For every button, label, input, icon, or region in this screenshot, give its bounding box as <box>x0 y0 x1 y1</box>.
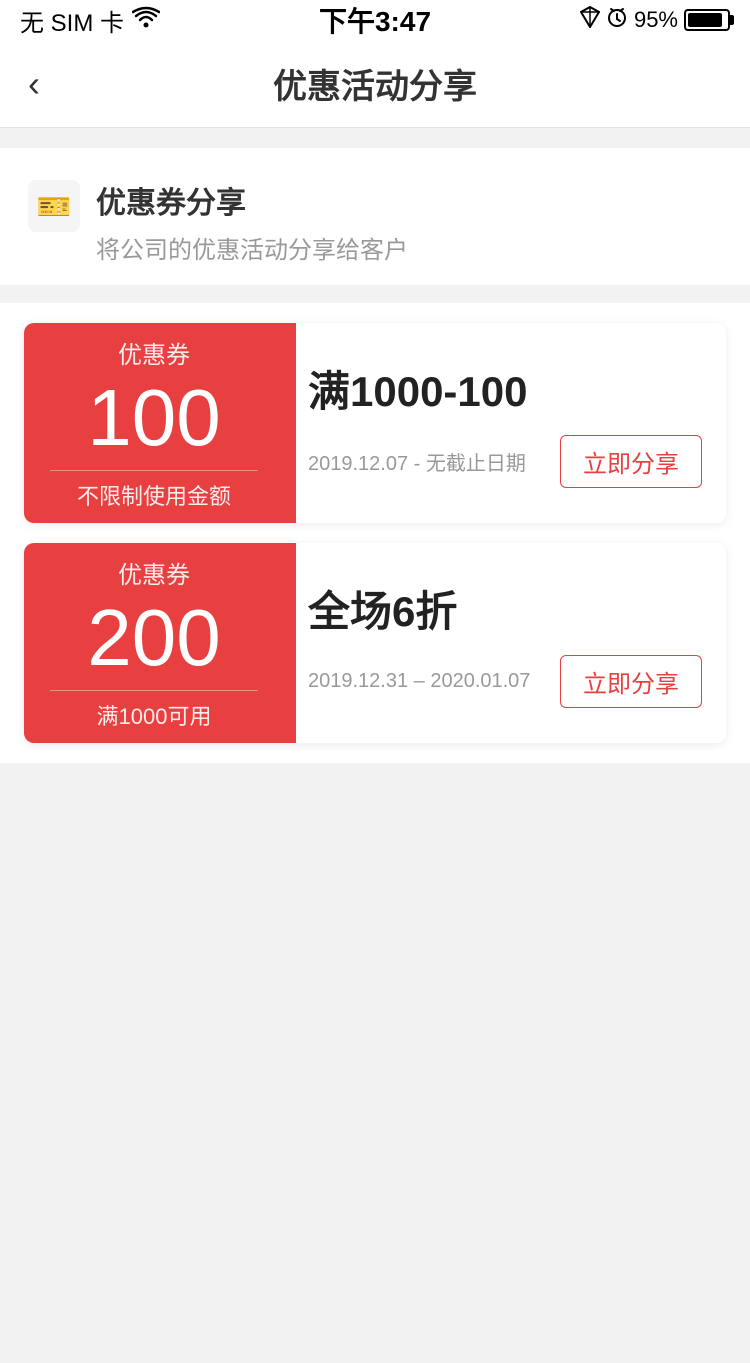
gap-top <box>0 128 750 148</box>
empty-area <box>0 763 750 1363</box>
status-left: 无 SIM 卡 <box>20 3 160 38</box>
location-icon <box>580 6 600 34</box>
section-icon: 🎫 <box>28 180 80 232</box>
coupon-title-2: 全场6折 <box>308 578 702 639</box>
coupon-title-1: 满1000-100 <box>308 358 702 419</box>
status-right: 95% <box>580 6 730 34</box>
coupon-bottom-1: 2019.12.07 - 无截止日期 立即分享 <box>308 435 702 488</box>
share-button-2[interactable]: 立即分享 <box>560 655 702 708</box>
coupon-divider-1 <box>50 470 258 471</box>
section-text: 优惠券分享 将公司的优惠活动分享给客户 <box>96 178 408 265</box>
share-button-1[interactable]: 立即分享 <box>560 435 702 488</box>
coupon-condition-1: 不限制使用金额 <box>67 479 241 511</box>
coupon-amount-1: 100 <box>87 378 220 458</box>
coupon-right-2: 全场6折 2019.12.31 – 2020.01.07 立即分享 <box>284 543 726 743</box>
coupon-item-2: 优惠券 200 满1000可用 全场6折 2019.12.31 – 2020.0… <box>24 543 726 743</box>
status-time: 下午3:47 <box>319 0 431 40</box>
section-subtitle: 将公司的优惠活动分享给客户 <box>96 230 408 265</box>
nav-bar: ‹ 优惠活动分享 <box>0 40 750 128</box>
coupon-bottom-2: 2019.12.31 – 2020.01.07 立即分享 <box>308 655 702 708</box>
coupon-divider-2 <box>50 690 258 691</box>
battery-icon <box>684 9 730 31</box>
coupon-item-1: 优惠券 100 不限制使用金额 满1000-100 2019.12.07 - 无… <box>24 323 726 523</box>
status-bar: 无 SIM 卡 下午3:47 <box>0 0 750 40</box>
coupon-right-1: 满1000-100 2019.12.07 - 无截止日期 立即分享 <box>284 323 726 523</box>
battery-percent: 95% <box>634 7 678 33</box>
coupon-left-2: 优惠券 200 满1000可用 <box>24 543 284 743</box>
alarm-icon <box>606 6 628 34</box>
gap-mid <box>0 287 750 303</box>
coupon-left-1: 优惠券 100 不限制使用金额 <box>24 323 284 523</box>
coupon-date-2: 2019.12.31 – 2020.01.07 <box>308 670 530 693</box>
back-button[interactable]: ‹ <box>28 63 40 105</box>
coupon-amount-2: 200 <box>87 598 220 678</box>
section-title: 优惠券分享 <box>96 178 408 222</box>
coupon-label-2: 优惠券 <box>118 555 190 590</box>
section-header: 🎫 优惠券分享 将公司的优惠活动分享给客户 <box>0 148 750 285</box>
wifi-icon <box>132 6 160 35</box>
page-title: 优惠活动分享 <box>273 59 477 108</box>
coupon-label-1: 优惠券 <box>118 335 190 370</box>
coupon-condition-2: 满1000可用 <box>87 699 222 731</box>
carrier-text: 无 SIM 卡 <box>20 3 124 38</box>
coupon-list: 优惠券 100 不限制使用金额 满1000-100 2019.12.07 - 无… <box>0 303 750 763</box>
coupon-date-1: 2019.12.07 - 无截止日期 <box>308 447 526 476</box>
